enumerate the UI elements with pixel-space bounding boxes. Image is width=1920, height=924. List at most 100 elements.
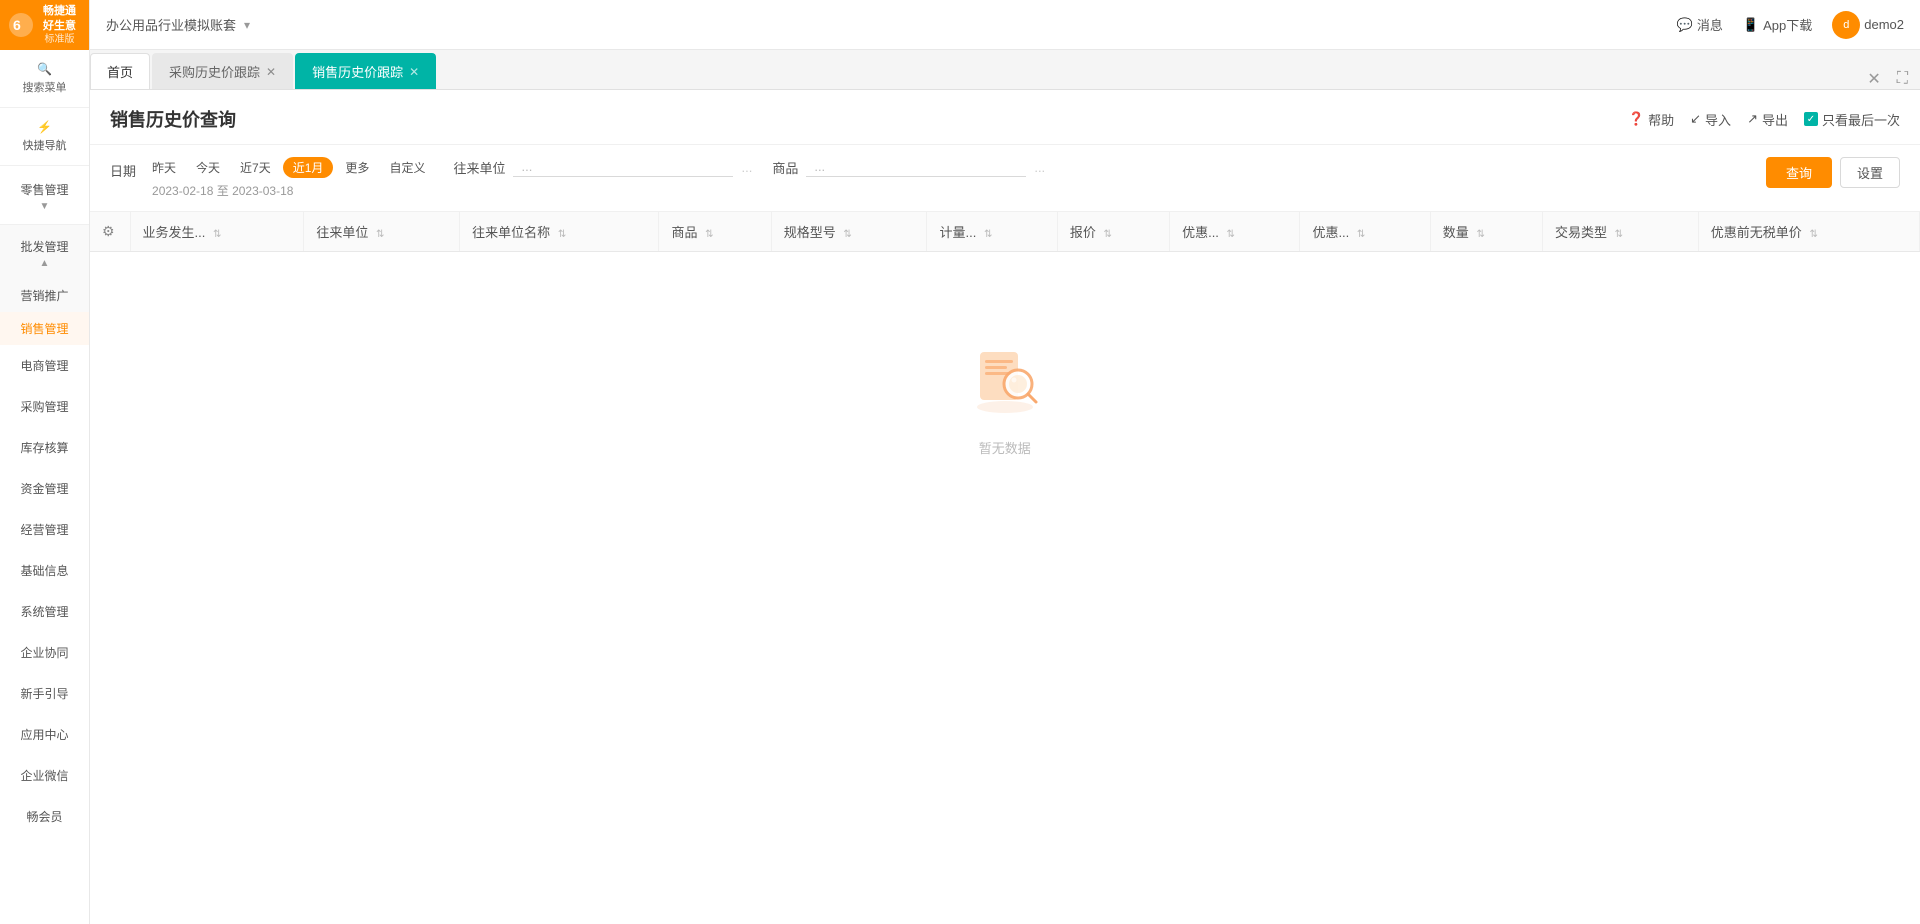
- date-option-today[interactable]: 今天: [188, 157, 228, 178]
- query-button[interactable]: 查询: [1766, 157, 1832, 188]
- export-action[interactable]: ↗ 导出: [1747, 110, 1788, 129]
- sidebar-item-inventory[interactable]: 库存核算: [0, 427, 89, 468]
- tab-purchase-close[interactable]: ✕: [266, 65, 276, 79]
- page-header: 销售历史价查询 ❓ 帮助 ↙ 导入 ↗ 导出 ✓ 只看最后一次: [90, 90, 1920, 145]
- sidebar-wholesale-label: 批发管理: [20, 238, 68, 255]
- topbar-download[interactable]: 📱 App下载: [1743, 15, 1812, 34]
- date-option-7days[interactable]: 近7天: [232, 157, 279, 178]
- th-spec[interactable]: 规格型号 ⇅: [771, 212, 927, 252]
- tab-purchase-history[interactable]: 采购历史价跟踪 ✕: [152, 53, 293, 89]
- tab-home[interactable]: 首页: [90, 53, 150, 89]
- goods-more-icon: ...: [1034, 160, 1045, 175]
- date-options-row: 昨天 今天 近7天 近1月 更多 自定义: [144, 157, 433, 178]
- download-icon: 📱: [1743, 17, 1759, 33]
- empty-state-cell: 暂无数据: [90, 252, 1920, 538]
- maximize-window-btn[interactable]: ⛶: [1893, 70, 1912, 88]
- last-only-toggle[interactable]: ✓ 只看最后一次: [1804, 110, 1900, 129]
- sidebar-item-basic[interactable]: 基础信息: [0, 550, 89, 591]
- import-action[interactable]: ↙ 导入: [1690, 110, 1731, 129]
- help-icon: ❓: [1628, 111, 1644, 127]
- table-header-row: ⚙ 业务发生... ⇅ 往来单位 ⇅ 往来单位名称 ⇅: [90, 212, 1920, 252]
- sidebar-inventory-label: 库存核算: [20, 439, 68, 456]
- sort-discount2-icon: ⇅: [1357, 229, 1365, 240]
- sidebar-quicknav-label: 快捷导航: [23, 137, 67, 153]
- sidebar-item-member[interactable]: 畅会员: [0, 796, 89, 837]
- chevron-down-icon: ▼: [40, 201, 50, 212]
- th-unit[interactable]: 计量... ⇅: [927, 212, 1057, 252]
- sidebar-item-operations[interactable]: 经营管理: [0, 509, 89, 550]
- sidebar-item-search[interactable]: 🔍 搜索菜单: [0, 50, 89, 108]
- date-filter-group: 日期 昨天 今天 近7天 近1月 更多 自定义 2023-02-18 至 202…: [110, 157, 433, 199]
- th-pretax-price-label: 优惠前无税单价: [1711, 225, 1802, 240]
- sidebar-item-wechat[interactable]: 企业微信: [0, 755, 89, 796]
- th-settings[interactable]: ⚙: [90, 212, 130, 252]
- partner-input[interactable]: [513, 157, 733, 177]
- th-discount2[interactable]: 优惠... ⇅: [1300, 212, 1430, 252]
- th-partner-code-label: 往来单位: [316, 225, 368, 240]
- help-action[interactable]: ❓ 帮助: [1628, 110, 1674, 129]
- sidebar-item-retail[interactable]: 零售管理 ▼: [0, 166, 89, 224]
- sidebar-item-wholesale[interactable]: 批发管理 ▲ 营销推广 销售管理: [0, 224, 89, 345]
- page-actions: ❓ 帮助 ↙ 导入 ↗ 导出 ✓ 只看最后一次: [1628, 110, 1900, 129]
- date-label: 日期: [110, 157, 136, 180]
- th-discount1[interactable]: 优惠... ⇅: [1170, 212, 1300, 252]
- sidebar-enterprise-label: 企业协同: [20, 644, 68, 661]
- th-trade-type[interactable]: 交易类型 ⇅: [1543, 212, 1699, 252]
- table-body: 暂无数据: [90, 252, 1920, 538]
- search-icon: 🔍: [37, 62, 52, 76]
- sidebar-system-label: 系统管理: [20, 603, 68, 620]
- date-options-container: 昨天 今天 近7天 近1月 更多 自定义 2023-02-18 至 2023-0…: [144, 157, 433, 199]
- date-option-1month[interactable]: 近1月: [283, 157, 334, 178]
- sidebar-search-label: 搜索菜单: [23, 79, 67, 95]
- empty-text: 暂无数据: [979, 438, 1031, 457]
- th-pretax-price[interactable]: 优惠前无税单价 ⇅: [1698, 212, 1919, 252]
- th-date-label: 业务发生...: [143, 225, 206, 240]
- sidebar-member-label: 畅会员: [26, 808, 62, 825]
- filter-actions: 查询 设置: [1766, 157, 1900, 188]
- settings-button[interactable]: 设置: [1840, 157, 1900, 188]
- sidebar-item-guide[interactable]: 新手引导: [0, 673, 89, 714]
- filter-bar: 日期 昨天 今天 近7天 近1月 更多 自定义 2023-02-18 至 202…: [90, 145, 1920, 212]
- sidebar-item-quicknav[interactable]: ⚡ 快捷导航: [0, 108, 89, 166]
- sidebar-finance-label: 资金管理: [20, 480, 68, 497]
- sort-unit-icon: ⇅: [984, 229, 992, 240]
- topbar-user[interactable]: d demo2: [1832, 11, 1904, 39]
- date-option-yesterday[interactable]: 昨天: [144, 157, 184, 178]
- th-quantity[interactable]: 数量 ⇅: [1430, 212, 1542, 252]
- th-partner-name[interactable]: 往来单位名称 ⇅: [460, 212, 659, 252]
- sidebar-item-enterprise[interactable]: 企业协同: [0, 632, 89, 673]
- sidebar-item-sales-mgmt[interactable]: 销售管理: [0, 312, 89, 345]
- sidebar-item-system[interactable]: 系统管理: [0, 591, 89, 632]
- close-window-btn[interactable]: ✕: [1863, 69, 1884, 89]
- gear-icon[interactable]: ⚙: [102, 223, 115, 239]
- sidebar-item-marketing[interactable]: 营销推广: [0, 279, 89, 312]
- help-label: 帮助: [1648, 110, 1674, 129]
- topbar-message[interactable]: 💬 消息: [1677, 15, 1723, 34]
- last-only-label: 只看最后一次: [1822, 110, 1900, 129]
- topbar-right: 💬 消息 📱 App下载 d demo2: [1677, 11, 1904, 39]
- tab-sales-label: 销售历史价跟踪: [312, 62, 403, 81]
- table-header: ⚙ 业务发生... ⇅ 往来单位 ⇅ 往来单位名称 ⇅: [90, 212, 1920, 252]
- tab-sales-history[interactable]: 销售历史价跟踪 ✕: [295, 53, 436, 89]
- sidebar-item-ecommerce[interactable]: 电商管理: [0, 345, 89, 386]
- sidebar-item-purchase[interactable]: 采购管理: [0, 386, 89, 427]
- date-range-display: 2023-02-18 至 2023-03-18: [148, 182, 433, 199]
- logo-icon: 6: [8, 12, 34, 38]
- sidebar-purchase-label: 采购管理: [20, 398, 68, 415]
- tab-home-label: 首页: [107, 62, 133, 81]
- sidebar: 6 畅捷通好生意 标准版 🔍 搜索菜单 ⚡ 快捷导航 零售管理 ▼ 批发管理 ▲…: [0, 0, 90, 924]
- th-price[interactable]: 报价 ⇅: [1057, 212, 1169, 252]
- th-date[interactable]: 业务发生... ⇅: [130, 212, 304, 252]
- th-partner-code[interactable]: 往来单位 ⇅: [304, 212, 460, 252]
- th-goods[interactable]: 商品 ⇅: [659, 212, 771, 252]
- tabbar-right: ✕ ⛶: [1863, 69, 1920, 89]
- empty-icon: [960, 332, 1050, 422]
- date-option-custom[interactable]: 自定义: [381, 157, 433, 178]
- date-option-more[interactable]: 更多: [337, 157, 377, 178]
- tab-sales-close[interactable]: ✕: [409, 65, 419, 79]
- goods-input[interactable]: [806, 157, 1026, 177]
- th-trade-type-label: 交易类型: [1555, 225, 1607, 240]
- sidebar-item-appstore[interactable]: 应用中心: [0, 714, 89, 755]
- sidebar-item-finance[interactable]: 资金管理: [0, 468, 89, 509]
- topbar-dropdown-icon[interactable]: ▾: [244, 18, 250, 32]
